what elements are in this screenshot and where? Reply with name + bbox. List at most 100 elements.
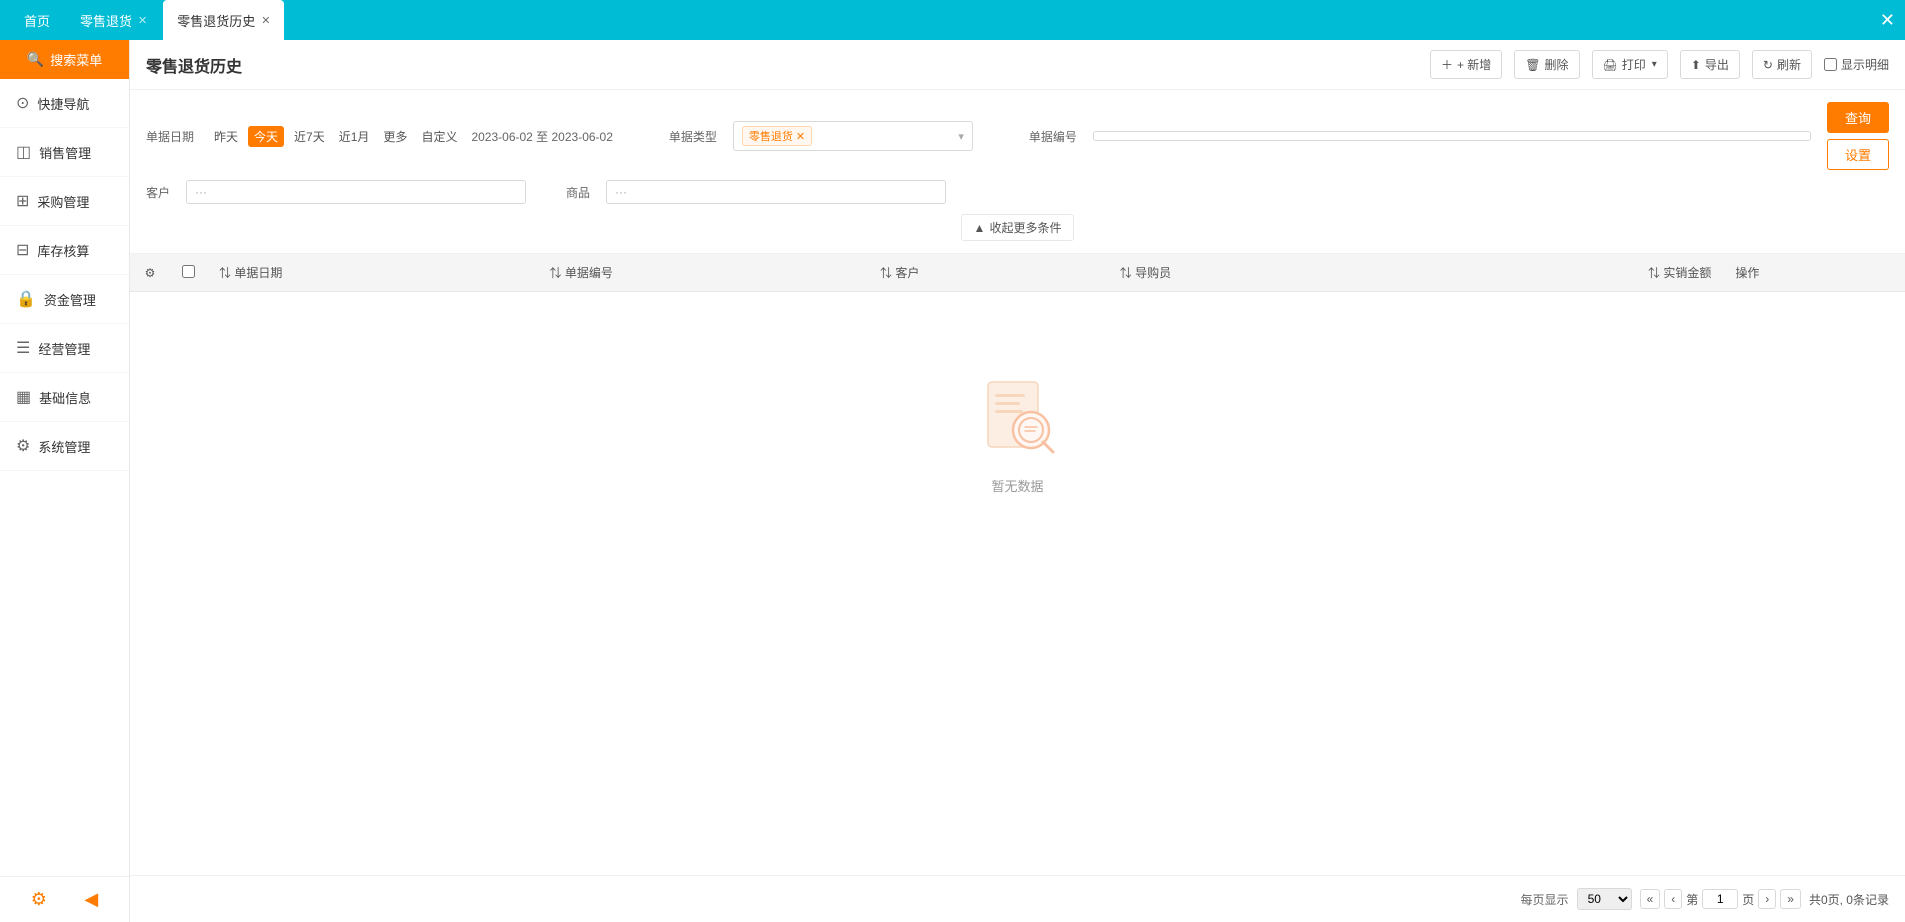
sidebar-search-label: 搜索菜单 bbox=[50, 50, 102, 69]
sales-mgmt-icon: ◫ bbox=[16, 142, 31, 162]
sidebar-item-sales-mgmt[interactable]: ◫ 销售管理 bbox=[0, 128, 129, 177]
collapse-filter-button[interactable]: ▲ 收起更多条件 bbox=[961, 214, 1075, 241]
date-opt-custom[interactable]: 自定义 bbox=[417, 126, 461, 147]
th-gear[interactable]: ⚙ bbox=[130, 254, 170, 292]
refresh-label: 刷新 bbox=[1777, 56, 1801, 73]
sidebar-item-finance[interactable]: 🔒 资金管理 bbox=[0, 275, 129, 324]
export-button[interactable]: ⬆ 导出 bbox=[1680, 50, 1740, 79]
date-opt-1month[interactable]: 近1月 bbox=[335, 126, 374, 147]
th-customer[interactable]: ⇅ 客户 bbox=[868, 254, 1108, 292]
th-doc-num-label: 单据编号 bbox=[565, 266, 613, 280]
doc-type-label: 单据类型 bbox=[669, 128, 717, 145]
sidebar-search[interactable]: 🔍 搜索菜单 bbox=[0, 40, 129, 79]
doc-type-select[interactable]: 零售退货 ✕ ▾ bbox=[733, 121, 973, 151]
pg-last-button[interactable]: » bbox=[1780, 889, 1801, 909]
collapse-icon: ▲ bbox=[974, 221, 986, 235]
sidebar-item-quick-nav[interactable]: ⊙ 快捷导航 bbox=[0, 79, 129, 128]
sidebar-item-inventory[interactable]: ⊟ 库存核算 bbox=[0, 226, 129, 275]
th-doc-num[interactable]: ⇅ 单据编号 bbox=[538, 254, 869, 292]
header-actions: ＋ + 新增 🗑 删除 🖨 打印 ▾ ⬆ 导出 ↻ bbox=[1430, 50, 1889, 79]
tab-retail-return-close[interactable]: ✕ bbox=[138, 14, 147, 27]
goods-dots: ··· bbox=[615, 185, 627, 199]
date-range-display: 2023-06-02 至 2023-06-02 bbox=[471, 128, 612, 145]
doc-type-tag-label: 零售退货 bbox=[749, 128, 793, 144]
sidebar-item-operations[interactable]: ☰ 经营管理 bbox=[0, 324, 129, 373]
pg-prev-button[interactable]: ‹ bbox=[1664, 889, 1682, 909]
select-all-checkbox[interactable] bbox=[182, 265, 195, 278]
date-opt-7days[interactable]: 近7天 bbox=[290, 126, 329, 147]
operations-icon: ☰ bbox=[16, 338, 30, 358]
delete-button[interactable]: 🗑 删除 bbox=[1514, 50, 1579, 79]
basic-info-icon: ▦ bbox=[16, 387, 31, 407]
tab-retail-return[interactable]: 零售退货 ✕ bbox=[66, 0, 161, 40]
doc-type-tag-close[interactable]: ✕ bbox=[796, 130, 805, 143]
display-detail-toggle[interactable]: 显示明细 bbox=[1824, 56, 1889, 73]
gear-icon[interactable]: ⚙ bbox=[145, 266, 156, 280]
pagination-nav: « ‹ 第 页 › » bbox=[1640, 889, 1801, 909]
customer-label: 客户 bbox=[146, 184, 170, 201]
sidebar-bottom: ⚙ ◀ bbox=[0, 876, 129, 922]
date-opt-more[interactable]: 更多 bbox=[379, 126, 411, 147]
filter-area: 单据日期 昨天 今天 近7天 近1月 更多 自定义 2023-06-02 至 2… bbox=[130, 90, 1905, 254]
date-label: 单据日期 bbox=[146, 128, 194, 145]
export-icon: ⬆ bbox=[1691, 58, 1701, 72]
pg-next-button[interactable]: › bbox=[1758, 889, 1776, 909]
th-guide[interactable]: ⇅ 导购员 bbox=[1108, 254, 1393, 292]
query-button[interactable]: 查询 bbox=[1827, 102, 1889, 133]
page-header: 零售退货历史 ＋ + 新增 🗑 删除 🖨 打印 ▾ ⬆ 导出 bbox=[130, 40, 1905, 90]
goods-label: 商品 bbox=[566, 184, 590, 201]
add-button[interactable]: ＋ + 新增 bbox=[1430, 50, 1502, 79]
refresh-button[interactable]: ↻ 刷新 bbox=[1752, 50, 1812, 79]
export-label: 导出 bbox=[1705, 56, 1729, 73]
sidebar-item-system[interactable]: ⚙ 系统管理 bbox=[0, 422, 129, 471]
date-opt-today[interactable]: 今天 bbox=[248, 126, 284, 147]
data-table: ⚙ ⇅ 单据日期 ⇅ 单据编号 bbox=[130, 254, 1905, 575]
per-page-select[interactable]: 50 10 20 100 bbox=[1577, 888, 1632, 910]
settings-bottom-icon[interactable]: ⚙ bbox=[31, 889, 47, 910]
tab-home[interactable]: 首页 bbox=[10, 0, 64, 40]
delete-icon: 🗑 bbox=[1525, 58, 1540, 72]
display-detail-label: 显示明细 bbox=[1841, 56, 1889, 73]
sidebar-item-quick-nav-label: 快捷导航 bbox=[37, 94, 89, 113]
th-amount-sort-icon: ⇅ bbox=[1648, 266, 1660, 280]
sidebar-item-inventory-label: 库存核算 bbox=[37, 241, 89, 260]
sidebar-item-purchase-mgmt-label: 采购管理 bbox=[37, 192, 89, 211]
empty-illustration bbox=[973, 372, 1063, 462]
pg-current-input[interactable] bbox=[1702, 889, 1738, 909]
th-customer-label: 客户 bbox=[895, 266, 919, 280]
empty-icon bbox=[973, 372, 1063, 462]
inventory-icon: ⊟ bbox=[16, 240, 29, 260]
th-doc-date-label: 单据日期 bbox=[234, 266, 282, 280]
window-close-button[interactable]: ✕ bbox=[1880, 10, 1895, 31]
delete-label: 删除 bbox=[1545, 56, 1569, 73]
sidebar-item-basic-info[interactable]: ▦ 基础信息 bbox=[0, 373, 129, 422]
finance-icon: 🔒 bbox=[16, 289, 36, 309]
customer-input[interactable]: ··· bbox=[186, 180, 526, 204]
tab-retail-return-history-close[interactable]: ✕ bbox=[261, 14, 270, 27]
sidebar: 🔍 搜索菜单 ⊙ 快捷导航 ◫ 销售管理 ⊞ 采购管理 ⊟ 库存核算 🔒 资金管… bbox=[0, 40, 130, 922]
main-layout: 🔍 搜索菜单 ⊙ 快捷导航 ◫ 销售管理 ⊞ 采购管理 ⊟ 库存核算 🔒 资金管… bbox=[0, 40, 1905, 922]
th-action: 操作 bbox=[1723, 254, 1905, 292]
tab-home-label: 首页 bbox=[24, 11, 50, 30]
tab-retail-return-history[interactable]: 零售退货历史 ✕ bbox=[163, 0, 284, 40]
doc-type-tag: 零售退货 ✕ bbox=[742, 126, 812, 146]
purchase-mgmt-icon: ⊞ bbox=[16, 191, 29, 211]
doc-num-input[interactable] bbox=[1093, 131, 1811, 141]
total-records: 共0页, 0条记录 bbox=[1809, 891, 1889, 908]
setting-button[interactable]: 设置 bbox=[1827, 139, 1889, 170]
table-container: ⚙ ⇅ 单据日期 ⇅ 单据编号 bbox=[130, 254, 1905, 875]
pg-first-button[interactable]: « bbox=[1640, 889, 1661, 909]
display-detail-checkbox[interactable] bbox=[1824, 58, 1837, 71]
th-checkbox[interactable] bbox=[170, 254, 207, 292]
page-title: 零售退货历史 bbox=[146, 53, 242, 77]
th-amount[interactable]: ⇅ 实销金额 bbox=[1393, 254, 1724, 292]
goods-input[interactable]: ··· bbox=[606, 180, 946, 204]
doc-type-select-arrow: ▾ bbox=[958, 130, 964, 143]
sidebar-item-purchase-mgmt[interactable]: ⊞ 采购管理 bbox=[0, 177, 129, 226]
print-button[interactable]: 🖨 打印 ▾ bbox=[1592, 50, 1668, 79]
per-page-label: 每页显示 bbox=[1521, 891, 1569, 908]
date-opt-yesterday[interactable]: 昨天 bbox=[210, 126, 242, 147]
collapse-sidebar-icon[interactable]: ◀ bbox=[84, 889, 98, 910]
th-doc-date[interactable]: ⇅ 单据日期 bbox=[207, 254, 538, 292]
print-label: 打印 bbox=[1622, 56, 1646, 73]
